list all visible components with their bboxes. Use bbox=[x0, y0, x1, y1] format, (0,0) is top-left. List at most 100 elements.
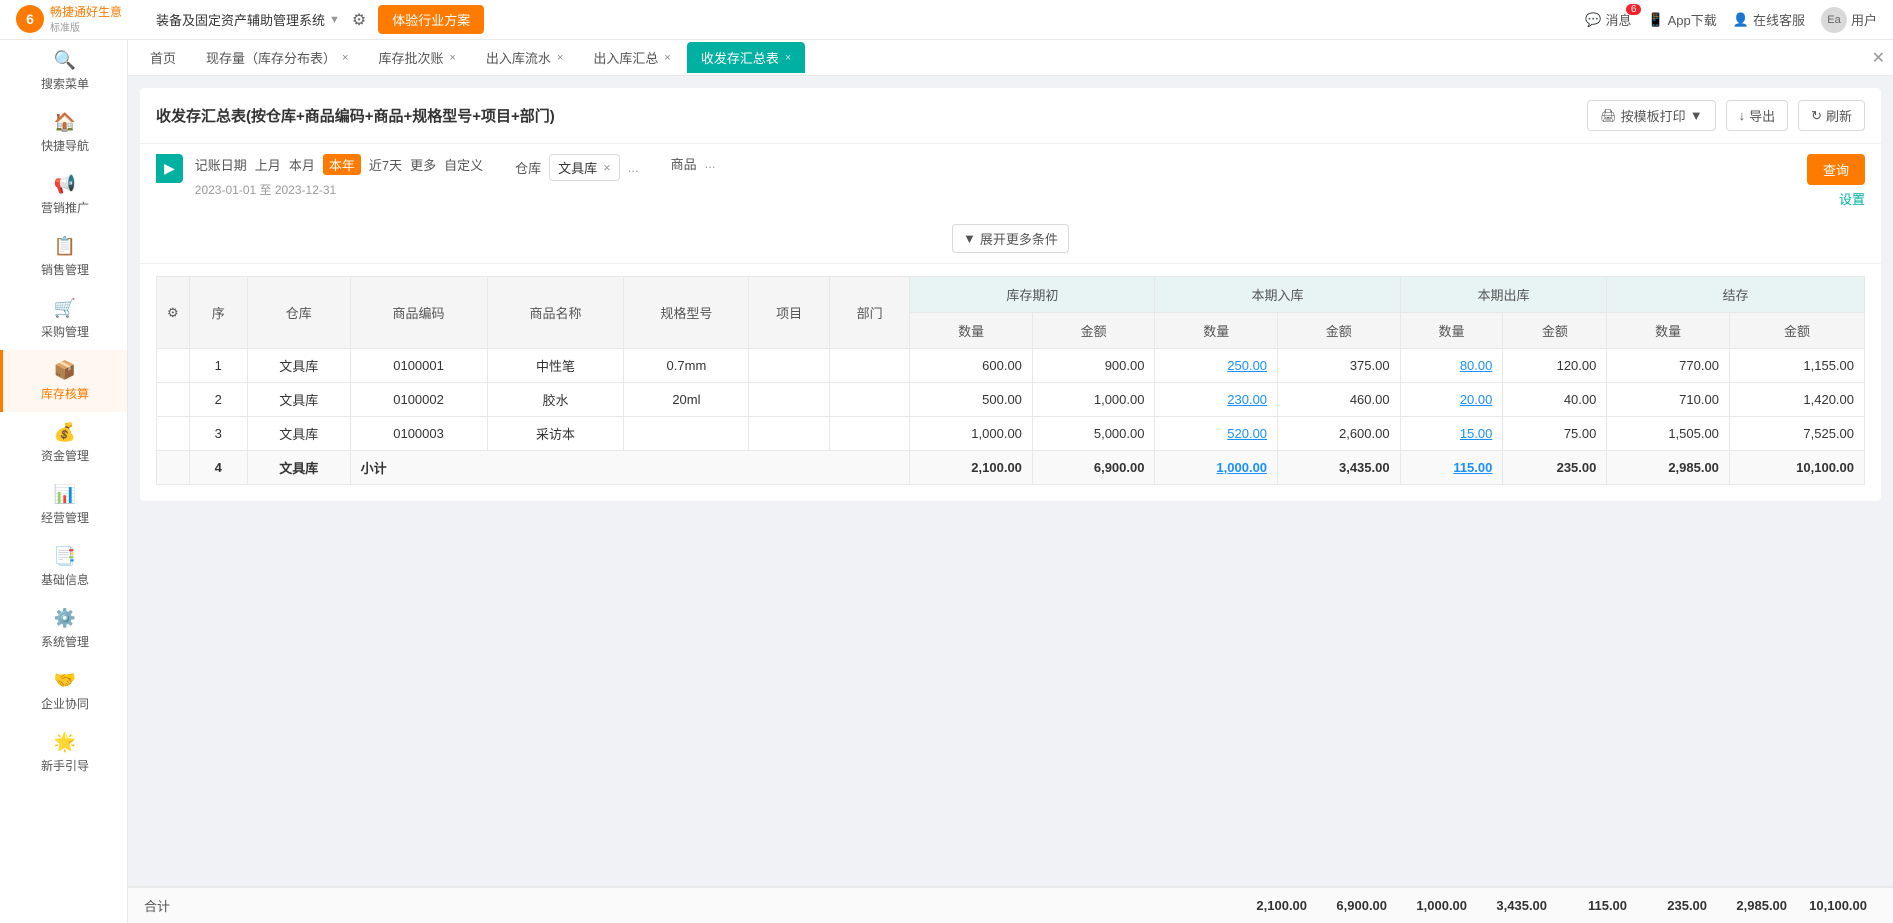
col-header-name: 商品名称 bbox=[487, 277, 624, 349]
col-header-warehouse: 仓库 bbox=[247, 277, 350, 349]
row-spec: 0.7mm bbox=[624, 349, 749, 383]
col-header-spec: 规格型号 bbox=[624, 277, 749, 349]
table-settings-icon[interactable]: ⚙ bbox=[167, 305, 179, 320]
app-download-btn[interactable]: 📱 App下载 bbox=[1647, 10, 1716, 29]
date-this-month[interactable]: 本月 bbox=[289, 155, 315, 174]
system-name[interactable]: 装备及固定资产辅助管理系统 ▼ bbox=[156, 10, 340, 29]
guide-icon: 🌟 bbox=[54, 732, 76, 753]
subtotal-closing-amt: 10,100.00 bbox=[1729, 451, 1864, 485]
logo-text: 畅捷通好生意 bbox=[50, 5, 122, 19]
logo-sub: 标准版 bbox=[50, 19, 122, 34]
user-btn[interactable]: Ea 用户 bbox=[1821, 7, 1877, 33]
row-out-qty[interactable]: 80.00 bbox=[1400, 349, 1503, 383]
row-dept bbox=[829, 349, 909, 383]
tab-in-out-summary[interactable]: 出入库汇总 × bbox=[579, 42, 684, 73]
row-in-amt: 375.00 bbox=[1278, 349, 1401, 383]
row-opening-qty: 600.00 bbox=[910, 349, 1033, 383]
print-template-btn[interactable]: 🖨 按模板打印 ▼ bbox=[1587, 100, 1715, 131]
date-7days[interactable]: 近7天 bbox=[369, 155, 402, 174]
sidebar-item-enterprise[interactable]: 🤝 企业协同 bbox=[0, 660, 127, 722]
sidebar-item-marketing[interactable]: 📢 营销推广 bbox=[0, 164, 127, 226]
date-custom[interactable]: 自定义 bbox=[444, 155, 483, 174]
industry-btn[interactable]: 体验行业方案 bbox=[378, 5, 484, 34]
subtotal-in-amt: 3,435.00 bbox=[1278, 451, 1401, 485]
sidebar-item-guide[interactable]: 🌟 新手引导 bbox=[0, 722, 127, 784]
subtotal-in-qty[interactable]: 1,000.00 bbox=[1155, 451, 1278, 485]
row-out-amt: 40.00 bbox=[1503, 383, 1607, 417]
row-warehouse: 文具库 bbox=[247, 349, 350, 383]
tab-close-in-out-flow[interactable]: × bbox=[557, 52, 563, 64]
online-service-btn[interactable]: 👤 在线客服 bbox=[1733, 10, 1805, 29]
sidebar-item-operations[interactable]: 📊 经营管理 bbox=[0, 474, 127, 536]
date-filter-label: 记账日期 bbox=[195, 155, 247, 174]
row-no: 2 bbox=[189, 383, 247, 417]
col-header-dept: 部门 bbox=[829, 277, 909, 349]
col-group-out: 本期出库 bbox=[1400, 277, 1607, 313]
date-more[interactable]: 更多 bbox=[410, 155, 436, 174]
tab-close-receive-send[interactable]: × bbox=[785, 52, 791, 64]
tab-home[interactable]: 首页 bbox=[136, 42, 190, 73]
table-settings-header[interactable]: ⚙ bbox=[157, 277, 190, 349]
row-out-qty[interactable]: 15.00 bbox=[1400, 417, 1503, 451]
tab-batch-account[interactable]: 库存批次账 × bbox=[364, 42, 469, 73]
row-closing-qty: 1,505.00 bbox=[1607, 417, 1730, 451]
footer-opening-amt: 6,900.00 bbox=[1317, 898, 1397, 913]
app-icon: 📱 bbox=[1647, 12, 1663, 28]
export-btn[interactable]: ↓ 导出 bbox=[1726, 100, 1789, 131]
expand-conditions-btn[interactable]: ▼ 展开更多条件 bbox=[952, 224, 1069, 253]
row-in-qty[interactable]: 520.00 bbox=[1155, 417, 1278, 451]
row-in-qty[interactable]: 250.00 bbox=[1155, 349, 1278, 383]
tab-inventory-dist[interactable]: 现存量（库存分布表） × bbox=[192, 42, 362, 73]
col-out-amt: 金额 bbox=[1503, 313, 1607, 349]
row-in-qty[interactable]: 230.00 bbox=[1155, 383, 1278, 417]
top-right-actions: 💬 消息 6 📱 App下载 👤 在线客服 Ea 用户 bbox=[1585, 7, 1877, 33]
row-opening-qty: 1,000.00 bbox=[910, 417, 1033, 451]
refresh-icon: ↻ bbox=[1811, 108, 1822, 124]
row-out-qty[interactable]: 20.00 bbox=[1400, 383, 1503, 417]
filter-toggle-btn[interactable]: ▶ bbox=[156, 154, 183, 183]
table-row: 1 文具库 0100001 中性笔 0.7mm 600.00 900.00 25… bbox=[157, 349, 1865, 383]
sidebar-item-finance[interactable]: 💰 资金管理 bbox=[0, 412, 127, 474]
tab-close-inventory-dist[interactable]: × bbox=[342, 52, 348, 64]
sidebar-item-system[interactable]: ⚙️ 系统管理 bbox=[0, 598, 127, 660]
row-in-amt: 2,600.00 bbox=[1278, 417, 1401, 451]
tab-receive-send[interactable]: 收发存汇总表 × bbox=[687, 42, 805, 73]
sidebar-item-basic[interactable]: 📑 基础信息 bbox=[0, 536, 127, 598]
sidebar-item-quick-nav[interactable]: 🏠 快捷导航 bbox=[0, 102, 127, 164]
gear-button[interactable]: ⚙ bbox=[352, 10, 366, 30]
query-btn[interactable]: 查询 bbox=[1807, 154, 1865, 185]
warehouse-more[interactable]: ... bbox=[628, 160, 639, 175]
subtotal-out-qty[interactable]: 115.00 bbox=[1400, 451, 1503, 485]
col-opening-amt: 金额 bbox=[1032, 313, 1155, 349]
date-last-month[interactable]: 上月 bbox=[255, 155, 281, 174]
sidebar-item-purchase[interactable]: 🛒 采购管理 bbox=[0, 288, 127, 350]
message-btn[interactable]: 💬 消息 6 bbox=[1585, 10, 1631, 29]
refresh-btn[interactable]: ↻ 刷新 bbox=[1798, 100, 1865, 131]
warehouse-tag-close[interactable]: × bbox=[603, 160, 611, 175]
logo-icon: 6 bbox=[16, 5, 44, 33]
tab-in-out-flow[interactable]: 出入库流水 × bbox=[472, 42, 577, 73]
expand-icon: ▼ bbox=[963, 231, 976, 246]
total-label: 合计 bbox=[144, 896, 170, 915]
subtotal-no: 4 bbox=[189, 451, 247, 485]
table-footer: 合计 2,100.00 6,900.00 1,000.00 3,435.00 1… bbox=[128, 886, 1893, 923]
sidebar-item-inventory[interactable]: 📦 库存核算 bbox=[0, 350, 127, 412]
tab-close-batch-account[interactable]: × bbox=[449, 52, 455, 64]
goods-more[interactable]: ... bbox=[705, 156, 716, 171]
subtotal-out-amt: 235.00 bbox=[1503, 451, 1607, 485]
sidebar-item-sales[interactable]: 📋 销售管理 bbox=[0, 226, 127, 288]
tab-close-in-out-summary[interactable]: × bbox=[664, 52, 670, 64]
row-project bbox=[749, 417, 829, 451]
col-header-project: 项目 bbox=[749, 277, 829, 349]
date-this-year[interactable]: 本年 bbox=[323, 154, 361, 175]
marketing-icon: 📢 bbox=[54, 174, 76, 195]
footer-in-qty: 1,000.00 bbox=[1397, 898, 1477, 913]
sidebar-item-search[interactable]: 🔍 搜索菜单 bbox=[0, 40, 127, 102]
basic-icon: 📑 bbox=[54, 546, 76, 567]
setting-link[interactable]: 设置 bbox=[1839, 189, 1865, 208]
page-close-icon[interactable]: ✕ bbox=[1872, 48, 1885, 68]
message-badge: 6 bbox=[1626, 4, 1642, 15]
date-range: 2023-01-01 至 2023-12-31 bbox=[195, 181, 483, 198]
warehouse-tag[interactable]: 文具库 × bbox=[549, 154, 620, 181]
subtotal-closing-qty: 2,985.00 bbox=[1607, 451, 1730, 485]
